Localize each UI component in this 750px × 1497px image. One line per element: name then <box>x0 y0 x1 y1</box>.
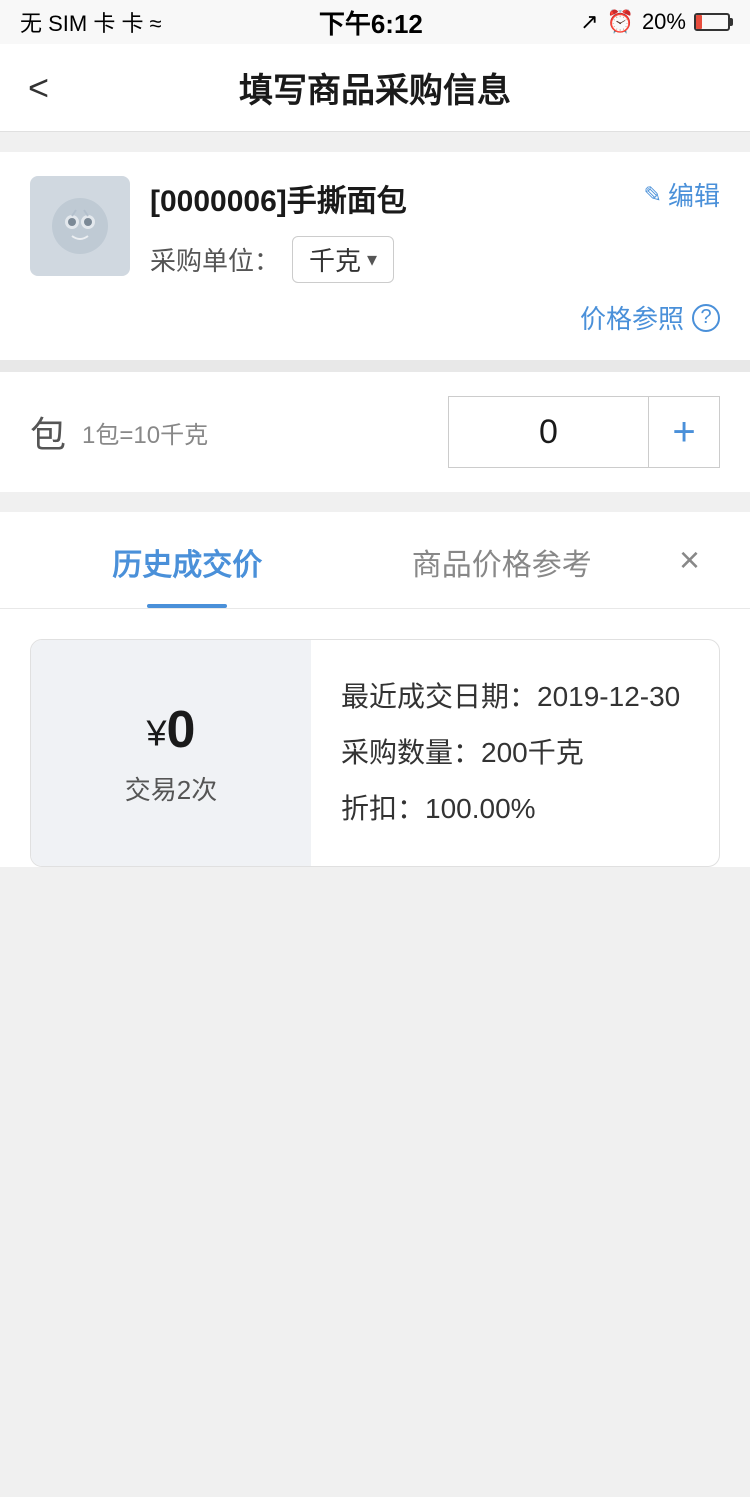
product-thumbnail <box>30 176 130 276</box>
edit-label: 编辑 <box>668 176 720 213</box>
price-ref-label: 价格参照 <box>580 299 684 336</box>
page-background <box>0 897 750 1497</box>
quantity-detail-value: 200千克 <box>481 737 584 768</box>
discount-value: 100.00% <box>425 793 536 824</box>
section-divider <box>0 360 750 372</box>
status-time: 下午6:12 <box>319 4 423 41</box>
edit-icon: ✎ <box>644 182 662 208</box>
battery-percent: 20% <box>642 9 686 35</box>
alarm-icon: ⏰ <box>607 9 634 35</box>
product-id-name: [0000006]手撕面包 <box>150 176 644 220</box>
edit-button[interactable]: ✎ 编辑 <box>644 176 720 213</box>
product-info: [0000006]手撕面包 采购单位： 千克 ▾ <box>150 176 644 283</box>
quantity-input[interactable]: 0 <box>448 396 648 468</box>
price-ref-button[interactable]: 价格参照 ? <box>580 299 720 336</box>
chevron-down-icon: ▾ <box>367 247 377 272</box>
quantity-label: 采购数量： <box>341 737 481 768</box>
currency-symbol: ¥ <box>147 712 167 753</box>
page-title: 填写商品采购信息 <box>239 63 511 112</box>
tab-product-price[interactable]: 商品价格参考 <box>344 512 658 608</box>
history-price: ¥0 <box>147 700 196 760</box>
status-bar: 无 SIM 卡 卡 ≈ 下午6:12 ↗ ⏰ 20% <box>0 0 750 44</box>
status-left: 无 SIM 卡 卡 ≈ <box>20 6 162 38</box>
unit-conversion: 1包=10千克 <box>82 415 208 450</box>
sim-signal-text: 无 SIM 卡 卡 ≈ <box>20 6 162 38</box>
tab-bar: 历史成交价 商品价格参考 × <box>0 512 750 609</box>
unit-dropdown[interactable]: 千克 ▾ <box>292 236 394 283</box>
back-button[interactable]: < <box>28 67 49 109</box>
box-unit-label: 包 <box>30 406 66 458</box>
bottom-panel: 历史成交价 商品价格参考 × ¥0 交易2次 最近成交日期：2019-12-30… <box>0 512 750 867</box>
unit-label: 采购单位： <box>150 241 280 278</box>
battery-icon <box>694 13 730 31</box>
nav-bar: < 填写商品采购信息 <box>0 44 750 132</box>
purchase-quantity-row: 采购数量：200千克 <box>341 732 689 774</box>
recent-date-row: 最近成交日期：2019-12-30 <box>341 676 689 718</box>
unit-info: 包 1包=10千克 <box>30 406 208 458</box>
recent-date-label: 最近成交日期： <box>341 681 537 712</box>
quantity-controls: 0 + <box>448 396 720 468</box>
price-value: 0 <box>167 701 196 759</box>
history-card-right: 最近成交日期：2019-12-30 采购数量：200千克 折扣：100.00% <box>311 640 719 866</box>
recent-date-value: 2019-12-30 <box>537 681 680 712</box>
discount-label: 折扣： <box>341 793 425 824</box>
question-icon: ? <box>692 304 720 332</box>
history-card: ¥0 交易2次 最近成交日期：2019-12-30 采购数量：200千克 折扣：… <box>30 639 720 867</box>
trade-count: 交易2次 <box>125 770 217 807</box>
quantity-plus-button[interactable]: + <box>648 396 720 468</box>
status-right: ↗ ⏰ 20% <box>580 9 730 35</box>
quantity-row: 包 1包=10千克 0 + <box>0 372 750 492</box>
history-card-left: ¥0 交易2次 <box>31 640 311 866</box>
close-button[interactable]: × <box>659 519 720 601</box>
location-icon: ↗ <box>580 9 598 35</box>
tab-history-price[interactable]: 历史成交价 <box>30 512 344 608</box>
product-card: [0000006]手撕面包 采购单位： 千克 ▾ ✎ 编辑 价格参照 ? <box>0 152 750 360</box>
unit-value: 千克 <box>309 241 361 278</box>
discount-row: 折扣：100.00% <box>341 788 689 830</box>
